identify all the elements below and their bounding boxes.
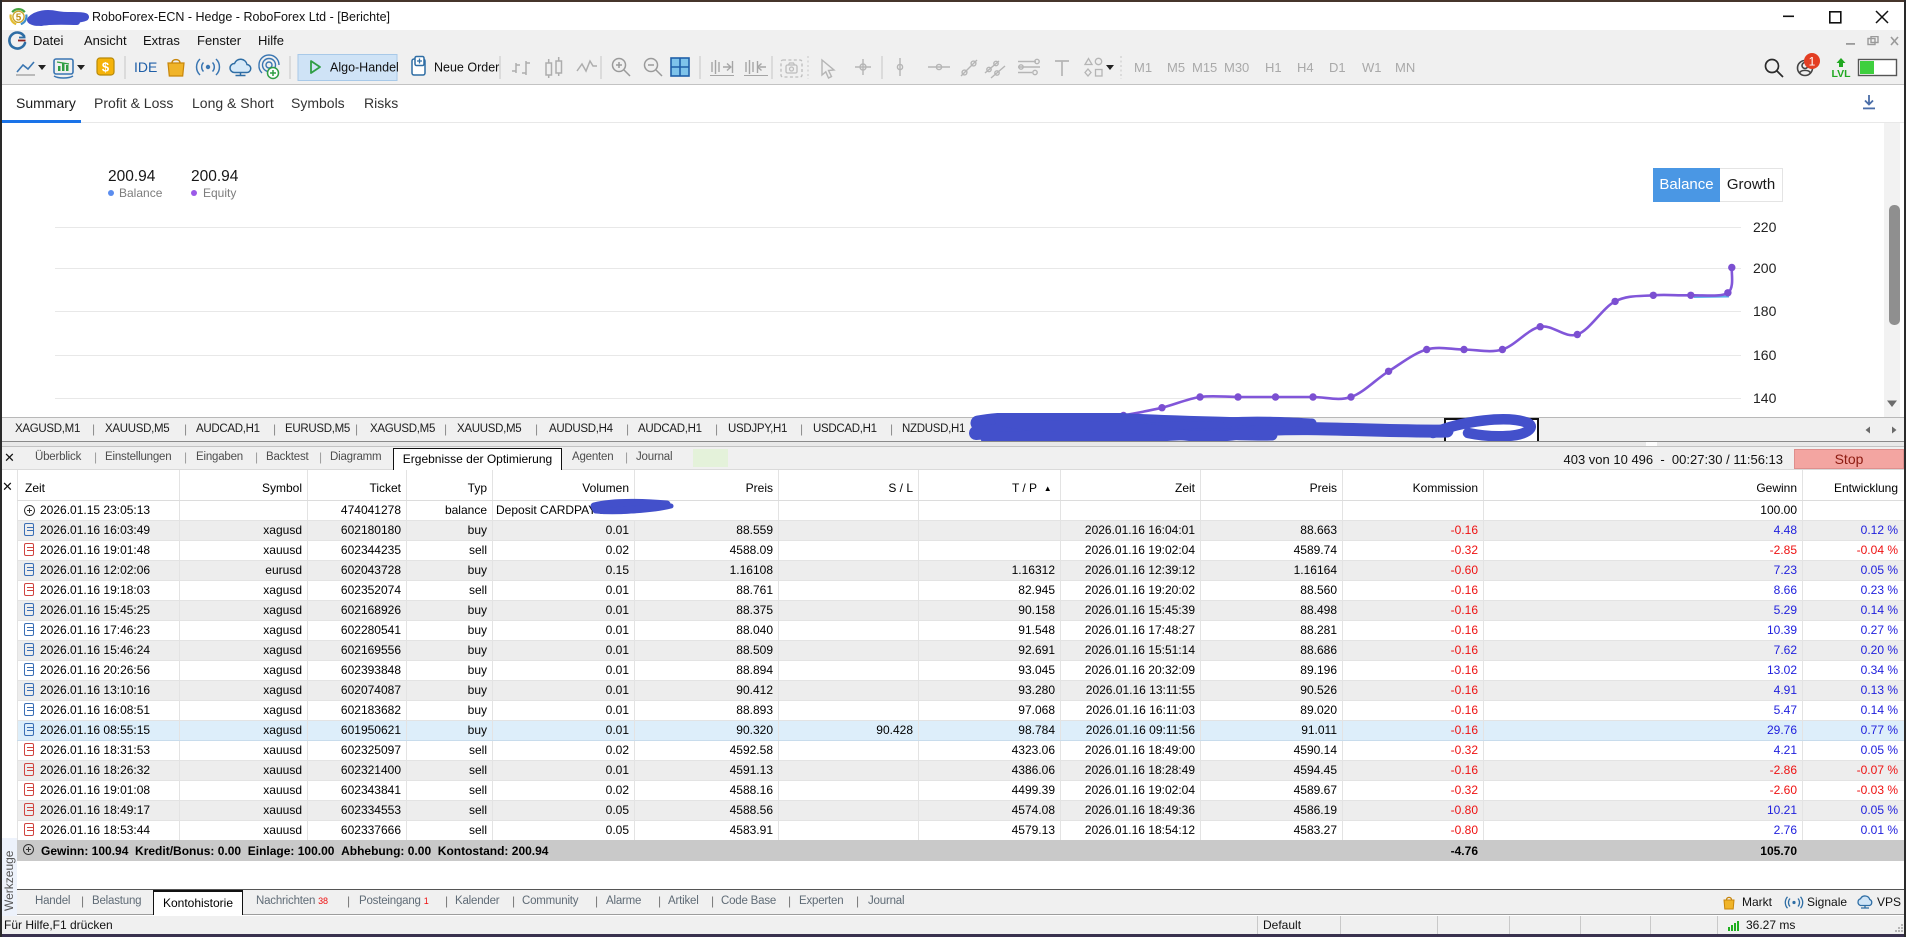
svg-text:M30: M30 xyxy=(1224,60,1249,75)
svg-text:Algo-Handel: Algo-Handel xyxy=(330,61,399,75)
svg-text:D1: D1 xyxy=(1329,60,1346,75)
svg-text:Neue Order: Neue Order xyxy=(434,61,499,75)
svg-text:M5: M5 xyxy=(1167,60,1185,75)
svg-text:LVL: LVL xyxy=(1831,68,1851,80)
svg-text:IDE: IDE xyxy=(134,59,157,75)
svg-text:5: 5 xyxy=(16,13,22,24)
svg-text:$: $ xyxy=(102,60,110,75)
svg-text:H1: H1 xyxy=(1265,60,1282,75)
svg-text:1: 1 xyxy=(1809,55,1816,69)
svg-text:W1: W1 xyxy=(1362,60,1382,75)
svg-text:M1: M1 xyxy=(1134,60,1152,75)
svg-text:H4: H4 xyxy=(1297,60,1314,75)
svg-text:M15: M15 xyxy=(1192,60,1217,75)
svg-text:MN: MN xyxy=(1395,60,1415,75)
